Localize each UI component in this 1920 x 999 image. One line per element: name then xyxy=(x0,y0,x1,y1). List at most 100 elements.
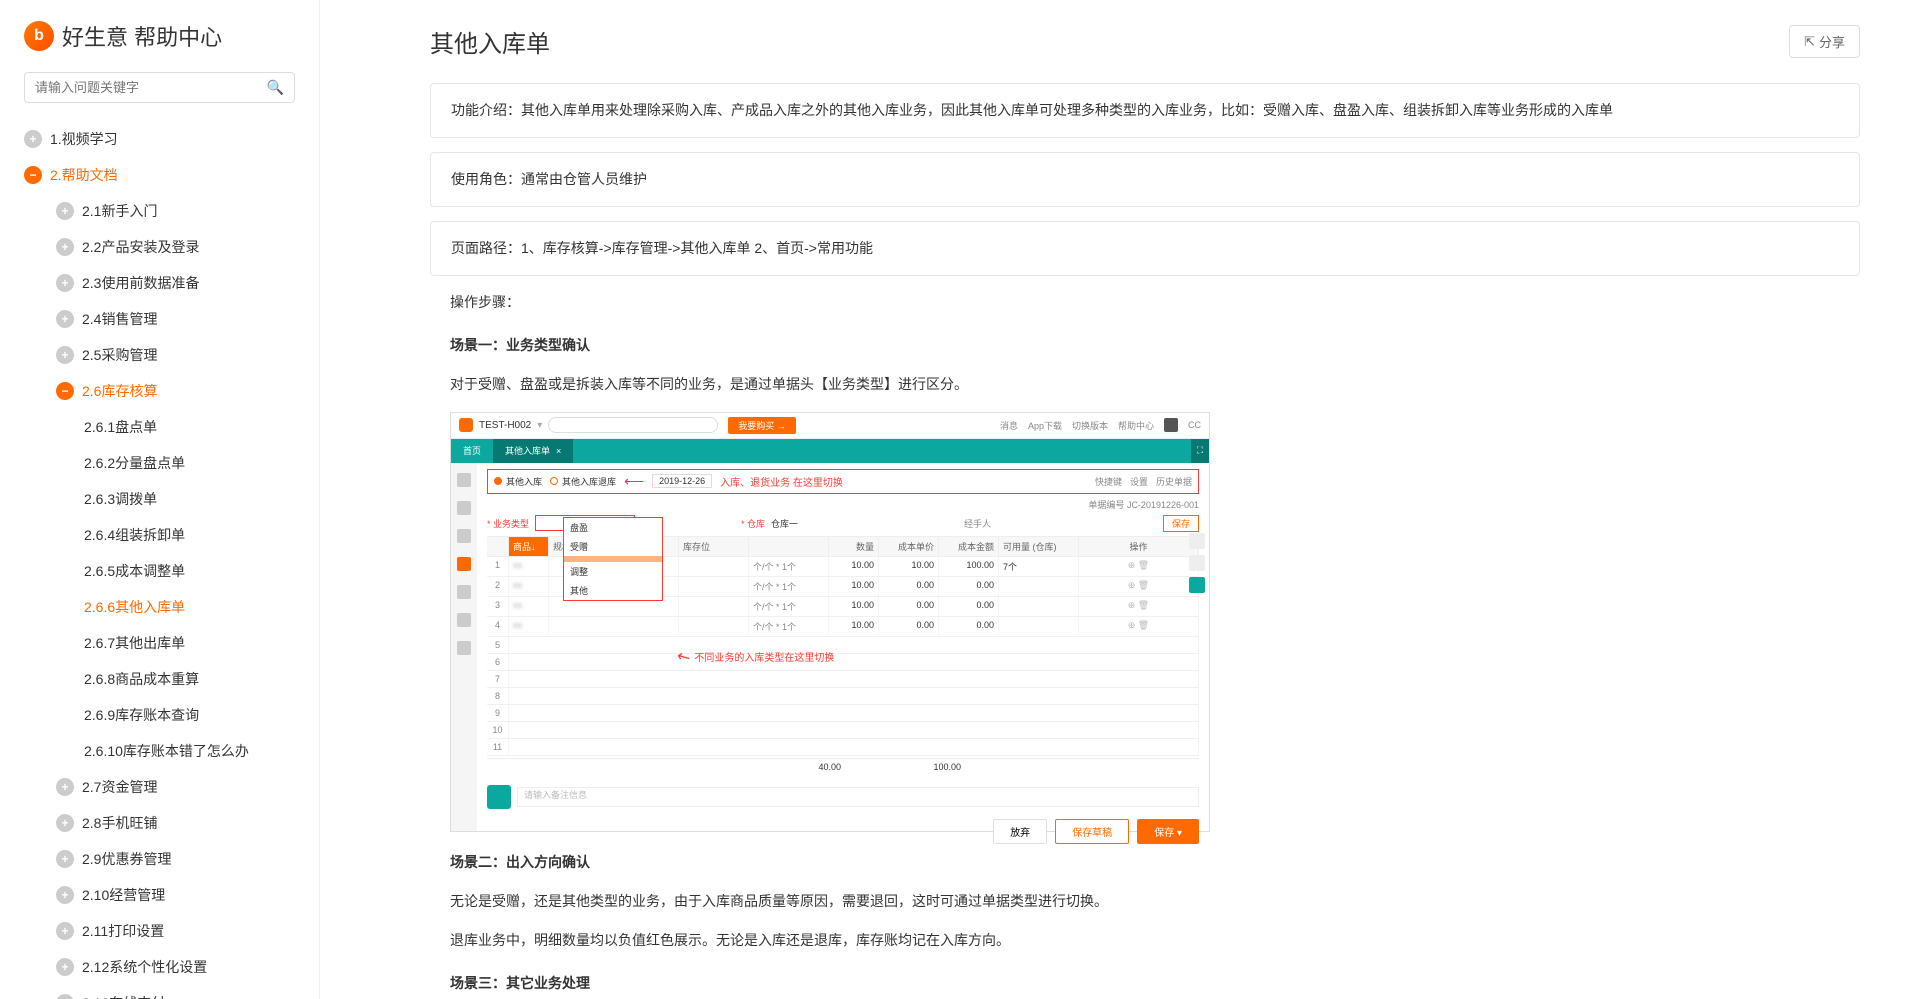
ss-link-help[interactable]: 帮助中心 xyxy=(1118,419,1154,432)
main-header: 其他入库单 ⇱ 分享 xyxy=(430,24,1860,59)
ss-type-row: 其他入库 其他入库退库 ⟵ 2019-12-26 入库、退货业务 在这里切换 快… xyxy=(487,469,1199,494)
ss-remark-input[interactable]: 请输入备注信息 xyxy=(517,787,1199,807)
share-icon: ⇱ xyxy=(1804,34,1815,50)
ss-wh-label: * 仓库 xyxy=(741,517,765,530)
ss-save-button[interactable]: 保存 ▾ xyxy=(1137,819,1199,844)
ss-link-history[interactable]: 历史单据 xyxy=(1156,475,1192,488)
nav-label: 2.6.7其他出库单 xyxy=(84,633,185,653)
nav-item[interactable]: +2.4销售管理 xyxy=(24,301,295,337)
ss-table-row-empty[interactable]: 10 xyxy=(487,722,1199,739)
nav-item[interactable]: 2.6.1盘点单 xyxy=(24,409,295,445)
ss-table-row-empty[interactable]: 9 xyxy=(487,705,1199,722)
nav-item[interactable]: +2.9优惠券管理 xyxy=(24,841,295,877)
ss-left-rail xyxy=(451,463,477,831)
nav-item[interactable]: −2.6库存核算 xyxy=(24,373,295,409)
ss-link-switch[interactable]: 切换版本 xyxy=(1072,419,1108,432)
ss-right-rail xyxy=(1189,533,1209,593)
ss-save-btn[interactable]: 保存 xyxy=(1163,515,1199,532)
nav-item[interactable]: 2.6.2分量盘点单 xyxy=(24,445,295,481)
ss-arrow-icon: ⟵ xyxy=(624,473,644,490)
ss-radio-in[interactable]: 其他入库 xyxy=(494,475,542,488)
ss-opt-5[interactable]: 其他 xyxy=(564,581,662,600)
plus-icon: + xyxy=(24,130,42,148)
nav-item[interactable]: +1.视频学习 xyxy=(24,121,295,157)
ss-rail-icon-1[interactable] xyxy=(457,473,471,487)
plus-icon: + xyxy=(56,346,74,364)
nav-item[interactable]: 2.6.3调拨单 xyxy=(24,481,295,517)
nav-item[interactable]: 2.6.4组装拆卸单 xyxy=(24,517,295,553)
nav-item[interactable]: +2.2产品安装及登录 xyxy=(24,229,295,265)
ss-cancel-button[interactable]: 放弃 xyxy=(993,819,1047,844)
scene2-desc1: 无论是受赠，还是其他类型的业务，由于入库商品质量等原因，需要退回，这时可通过单据… xyxy=(450,889,1840,914)
ss-tab-close-icon[interactable]: × xyxy=(556,446,561,456)
ss-rail-icon-7[interactable] xyxy=(457,641,471,655)
nav-item[interactable]: 2.6.7其他出库单 xyxy=(24,625,295,661)
ss-link-setting[interactable]: 设置 xyxy=(1130,475,1148,488)
ss-table-row[interactable]: 4 xx 个/个 * 1个 10.00 0.00 0.00 ⊕ 🗑 xyxy=(487,617,1199,637)
scene2-title: 场景二：出入方向确认 xyxy=(450,850,1840,875)
ss-table-row-empty[interactable]: 5 xyxy=(487,637,1199,654)
nav-item[interactable]: +2.5采购管理 xyxy=(24,337,295,373)
nav-item[interactable]: +2.13在线支付 xyxy=(24,985,295,999)
search-icon[interactable]: 🔍 xyxy=(267,79,284,96)
ss-rr-icon-1[interactable] xyxy=(1189,533,1205,549)
nav-item[interactable]: +2.1新手入门 xyxy=(24,193,295,229)
ss-tab-home[interactable]: 首页 xyxy=(451,439,493,463)
nav-label: 2.6.6其他入库单 xyxy=(84,597,185,617)
ss-radio-return[interactable]: 其他入库退库 xyxy=(550,475,616,488)
ss-rail-icon-6[interactable] xyxy=(457,613,471,627)
ss-table-row-empty[interactable]: 6 xyxy=(487,654,1199,671)
search-input[interactable] xyxy=(35,80,267,95)
nav-item[interactable]: +2.7资金管理 xyxy=(24,769,295,805)
ss-rr-icon-3[interactable] xyxy=(1189,577,1205,593)
ss-wh-value[interactable]: 仓库一 xyxy=(771,517,798,530)
ss-opt-4[interactable]: 调整 xyxy=(564,562,662,581)
ss-body: 其他入库 其他入库退库 ⟵ 2019-12-26 入库、退货业务 在这里切换 快… xyxy=(477,463,1209,831)
ss-avatar-icon[interactable] xyxy=(1164,418,1178,432)
plus-icon: + xyxy=(56,994,74,999)
nav-item[interactable]: +2.11打印设置 xyxy=(24,913,295,949)
ss-link-app[interactable]: App下载 xyxy=(1028,419,1062,432)
nav-item[interactable]: +2.12系统个性化设置 xyxy=(24,949,295,985)
ss-draft-button[interactable]: 保存草稿 xyxy=(1055,819,1129,844)
ss-link-shortcut[interactable]: 快捷键 xyxy=(1095,475,1122,488)
ss-th-unit xyxy=(749,537,829,556)
ss-buy-button[interactable]: 我要购买 → xyxy=(728,417,796,434)
nav-item[interactable]: 2.6.9库存账本查询 xyxy=(24,697,295,733)
nav-label: 2.1新手入门 xyxy=(82,201,157,221)
nav-item[interactable]: 2.6.6其他入库单 xyxy=(24,589,295,625)
ss-tab-current[interactable]: 其他入库单× xyxy=(493,439,573,463)
nav-item[interactable]: 2.6.5成本调整单 xyxy=(24,553,295,589)
ss-table-row-empty[interactable]: 8 xyxy=(487,688,1199,705)
ss-opt-2[interactable]: 受赠 xyxy=(564,537,662,556)
ss-link-msg[interactable]: 消息 xyxy=(1000,419,1018,432)
ss-table-row-empty[interactable]: 11 xyxy=(487,739,1199,756)
ss-tabs-expand-icon[interactable]: ⛶ xyxy=(1191,439,1209,463)
ss-rail-icon-3[interactable] xyxy=(457,529,471,543)
ss-search-input[interactable] xyxy=(548,417,718,433)
nav-item[interactable]: +2.8手机旺铺 xyxy=(24,805,295,841)
ss-right-links: 快捷键 设置 历史单据 xyxy=(1095,475,1192,488)
nav-item[interactable]: +2.10经营管理 xyxy=(24,877,295,913)
ss-rr-icon-2[interactable] xyxy=(1189,555,1205,571)
ss-table-row-empty[interactable]: 7 xyxy=(487,671,1199,688)
nav-item[interactable]: 2.6.10库存账本错了怎么办 xyxy=(24,733,295,769)
role-box: 使用角色：通常由仓管人员维护 xyxy=(430,152,1860,207)
steps-title: 操作步骤： xyxy=(450,290,1840,315)
ss-opt-1[interactable]: 盘盈 xyxy=(564,518,662,537)
nav-item[interactable]: +2.3使用前数据准备 xyxy=(24,265,295,301)
logo-icon: b xyxy=(24,21,54,51)
ss-remark-icon xyxy=(487,785,511,809)
minus-icon: − xyxy=(56,382,74,400)
nav-item[interactable]: 2.6.8商品成本重算 xyxy=(24,661,295,697)
ss-rail-icon-4[interactable] xyxy=(457,557,471,571)
ss-rail-icon-2[interactable] xyxy=(457,501,471,515)
ss-rail-icon-5[interactable] xyxy=(457,585,471,599)
ss-th-product: 商品↓ xyxy=(509,537,549,556)
nav-item[interactable]: −2.帮助文档 xyxy=(24,157,295,193)
ss-logo-icon xyxy=(459,418,473,432)
ss-date-input[interactable]: 2019-12-26 xyxy=(652,474,712,488)
search-box[interactable]: 🔍 xyxy=(24,72,295,103)
share-button[interactable]: ⇱ 分享 xyxy=(1789,25,1860,58)
ss-handler-label: 经手人 xyxy=(964,517,991,530)
